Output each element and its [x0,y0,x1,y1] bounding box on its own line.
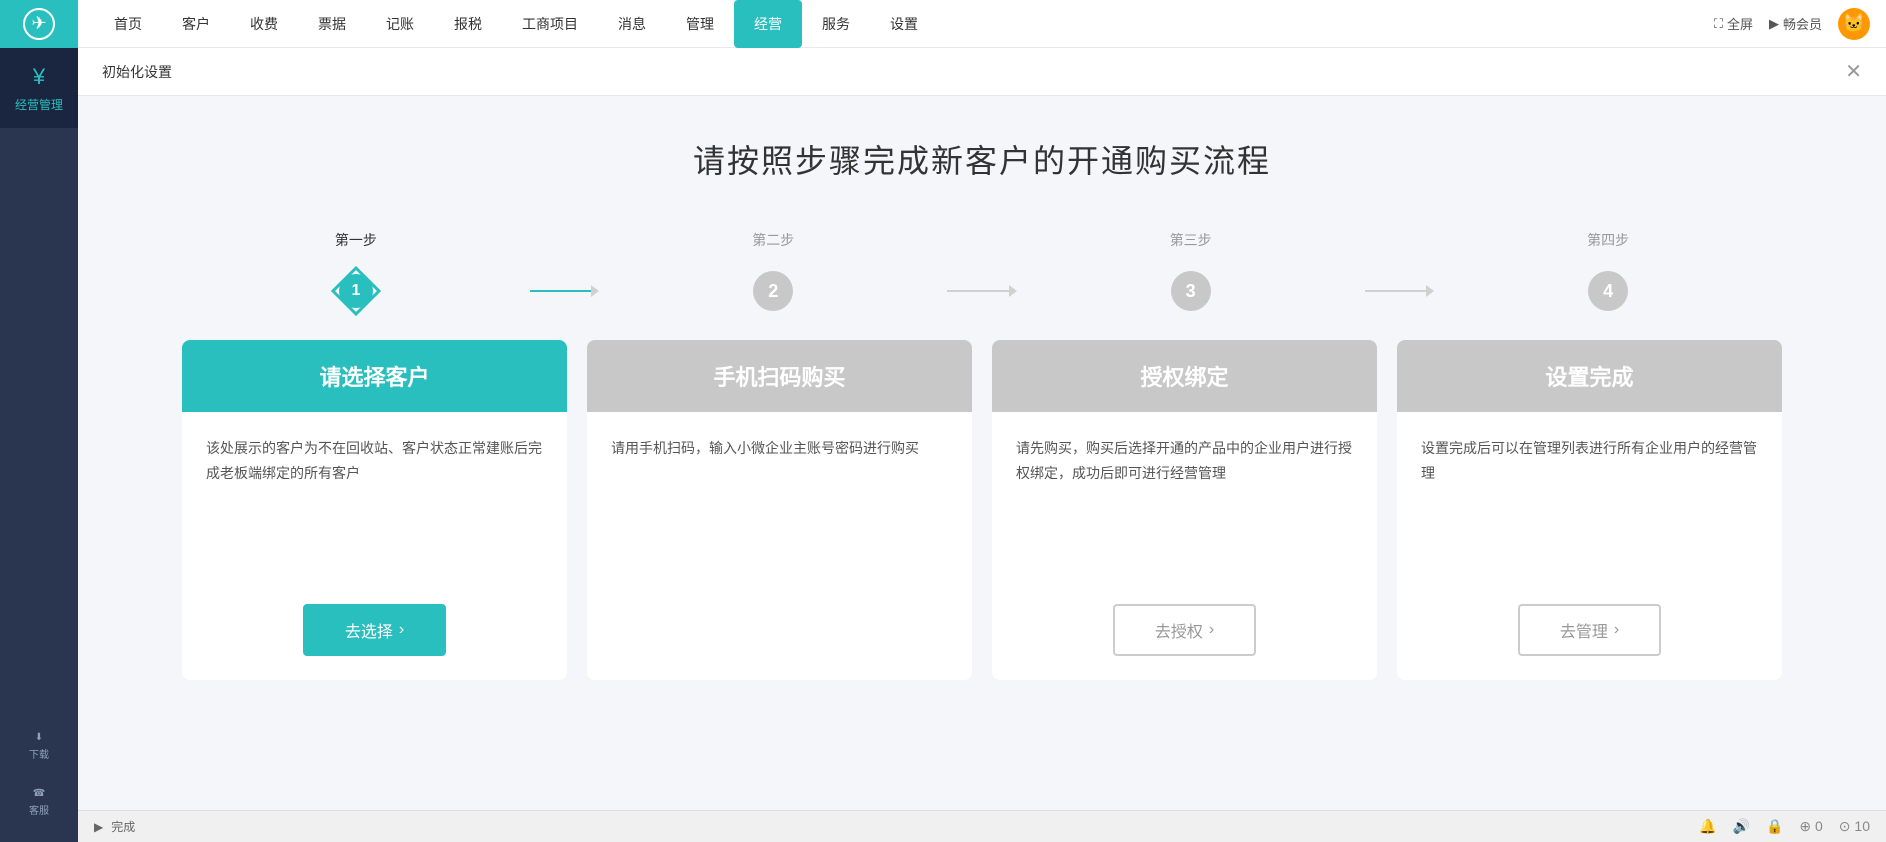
go-authorize-button[interactable]: 去授权 › [1113,604,1256,656]
count-10-icon: ⊙ 10 [1839,818,1870,835]
connector-1-2 [530,285,600,297]
card-description-2: 请用手机扫码，输入小微企业主账号密码进行购买 [611,436,948,632]
connector-3-4 [1365,285,1435,297]
play-icon: ▶ [94,820,103,834]
card-description-3: 请先购买，购买后选择开通的产品中的企业用户进行授权绑定，成功后即可进行经营管理 [1016,436,1353,580]
yuan-icon: ¥ [33,64,45,90]
sidebar: ¥ 经营管理 ⬇ 下载 ☎ 客服 [0,48,78,842]
card-2: 手机扫码购买 请用手机扫码，输入小微企业主账号密码进行购买 [587,340,972,680]
nav-消息[interactable]: 消息 [598,0,666,48]
step-label-4: 第四步 [1587,230,1629,250]
top-nav: ✈ 首页 客户 收费 票据 记账 报税 工商项目 消息 管理 经营 服务 设置 … [0,0,1886,48]
service-button[interactable]: ☎ 客服 [15,778,63,826]
card-header-2: 手机扫码购买 [587,340,972,412]
member-icon: ▶ [1769,16,1779,32]
avatar[interactable]: 🐱 [1838,8,1870,40]
chevron-right-icon-1: › [399,621,404,639]
steps-labels-row: 第一步 第二步 第三步 第四步 [182,230,1782,262]
fullscreen-button[interactable]: ⛶ 全屏 [1714,14,1753,33]
step-number-4: 4 [1588,271,1628,311]
go-manage-button[interactable]: 去管理 › [1518,604,1661,656]
step-label-2: 第二步 [752,230,794,250]
card-footer-3: 去授权 › [992,604,1377,680]
step-circle-2: 2 [599,271,947,311]
nav-记账[interactable]: 记账 [366,0,434,48]
card-header-3: 授权绑定 [992,340,1377,412]
card-body-4: 设置完成后可以在管理列表进行所有企业用户的经营管理 [1397,412,1782,604]
sidebar-bottom: ⬇ 下载 ☎ 客服 [15,722,63,842]
card-description-1: 该处展示的客户为不在回收站、客户状态正常建账后完成老板端绑定的所有客户 [206,436,543,580]
download-icon: ⬇ [35,732,43,743]
step-number-3: 3 [1171,271,1211,311]
volume-icon[interactable]: 🔊 [1733,818,1750,835]
nav-收费[interactable]: 收费 [230,0,298,48]
card-footer-4: 去管理 › [1397,604,1782,680]
main-content: 初始化设置 ✕ 请按照步骤完成新客户的开通购买流程 第一步 第二步 第三步 [78,48,1886,842]
card-footer-2 [587,656,972,680]
card-1: 请选择客户 该处展示的客户为不在回收站、客户状态正常建账后完成老板端绑定的所有客… [182,340,567,680]
nav-right: ⛶ 全屏 ▶ 畅会员 🐱 [1714,8,1870,40]
logo-icon: ✈ [23,8,55,40]
nav-工商项目[interactable]: 工商项目 [502,0,598,48]
lock-icon[interactable]: 🔒 [1766,818,1783,835]
step-number-2: 2 [753,271,793,311]
nav-管理[interactable]: 管理 [666,0,734,48]
nav-票据[interactable]: 票据 [298,0,366,48]
sidebar-item-label: 经营管理 [15,96,63,113]
step-circle-3: 3 [1017,271,1365,311]
nav-设置[interactable]: 设置 [870,0,938,48]
layout: ¥ 经营管理 ⬇ 下载 ☎ 客服 初始化设置 ✕ 请按照步骤完成新客户的开通购买… [0,48,1886,842]
step-circle-1: 1 [331,266,381,316]
step-label-3: 第三步 [1170,230,1212,250]
step-circle-4: 4 [1434,271,1782,311]
status-text: 完成 [111,818,135,835]
fullscreen-icon: ⛶ [1714,16,1723,32]
connector-2-3 [947,285,1017,297]
card-footer-1: 去选择 › [182,604,567,680]
sidebar-item-经营管理[interactable]: ¥ 经营管理 [0,48,78,128]
card-3: 授权绑定 请先购买，购买后选择开通的产品中的企业用户进行授权绑定，成功后即可进行… [992,340,1377,680]
card-header-1: 请选择客户 [182,340,567,412]
member-button[interactable]: ▶ 畅会员 [1769,14,1822,33]
chevron-right-icon-4: › [1614,621,1619,639]
nav-items: 首页 客户 收费 票据 记账 报税 工商项目 消息 管理 经营 服务 设置 [94,0,1714,48]
chevron-right-icon-3: › [1209,621,1214,639]
card-body-1: 该处展示的客户为不在回收站、客户状态正常建账后完成老板端绑定的所有客户 [182,412,567,604]
download-button[interactable]: ⬇ 下载 [15,722,63,770]
step-number-1: 1 [339,274,373,308]
step-label-1: 第一步 [335,230,377,250]
nav-服务[interactable]: 服务 [802,0,870,48]
wizard-title: 请按照步骤完成新客户的开通购买流程 [693,136,1271,182]
cards-row: 请选择客户 该处展示的客户为不在回收站、客户状态正常建账后完成老板端绑定的所有客… [182,340,1782,680]
card-description-4: 设置完成后可以在管理列表进行所有企业用户的经营管理 [1421,436,1758,580]
nav-报税[interactable]: 报税 [434,0,502,48]
logo: ✈ [0,0,78,48]
count-0-icon: ⊕ 0 [1799,818,1822,835]
bell-icon[interactable]: 🔔 [1699,818,1716,835]
card-4: 设置完成 设置完成后可以在管理列表进行所有企业用户的经营管理 去管理 › [1397,340,1782,680]
go-select-button[interactable]: 去选择 › [303,604,446,656]
nav-经营[interactable]: 经营 [734,0,802,48]
breadcrumb-text: 初始化设置 [102,62,172,82]
breadcrumb-bar: 初始化设置 ✕ [78,48,1886,96]
service-icon: ☎ [33,788,45,799]
steps-circles-row: 1 2 3 [182,266,1782,316]
wizard-area: 请按照步骤完成新客户的开通购买流程 第一步 第二步 第三步 第四步 [78,96,1886,810]
card-header-4: 设置完成 [1397,340,1782,412]
nav-客户[interactable]: 客户 [162,0,230,48]
card-body-3: 请先购买，购买后选择开通的产品中的企业用户进行授权绑定，成功后即可进行经营管理 [992,412,1377,604]
close-button[interactable]: ✕ [1845,62,1862,82]
nav-首页[interactable]: 首页 [94,0,162,48]
bottom-bar: ▶ 完成 🔔 🔊 🔒 ⊕ 0 ⊙ 10 [78,810,1886,842]
bottom-right: 🔔 🔊 🔒 ⊕ 0 ⊙ 10 [1699,818,1870,835]
card-body-2: 请用手机扫码，输入小微企业主账号密码进行购买 [587,412,972,656]
